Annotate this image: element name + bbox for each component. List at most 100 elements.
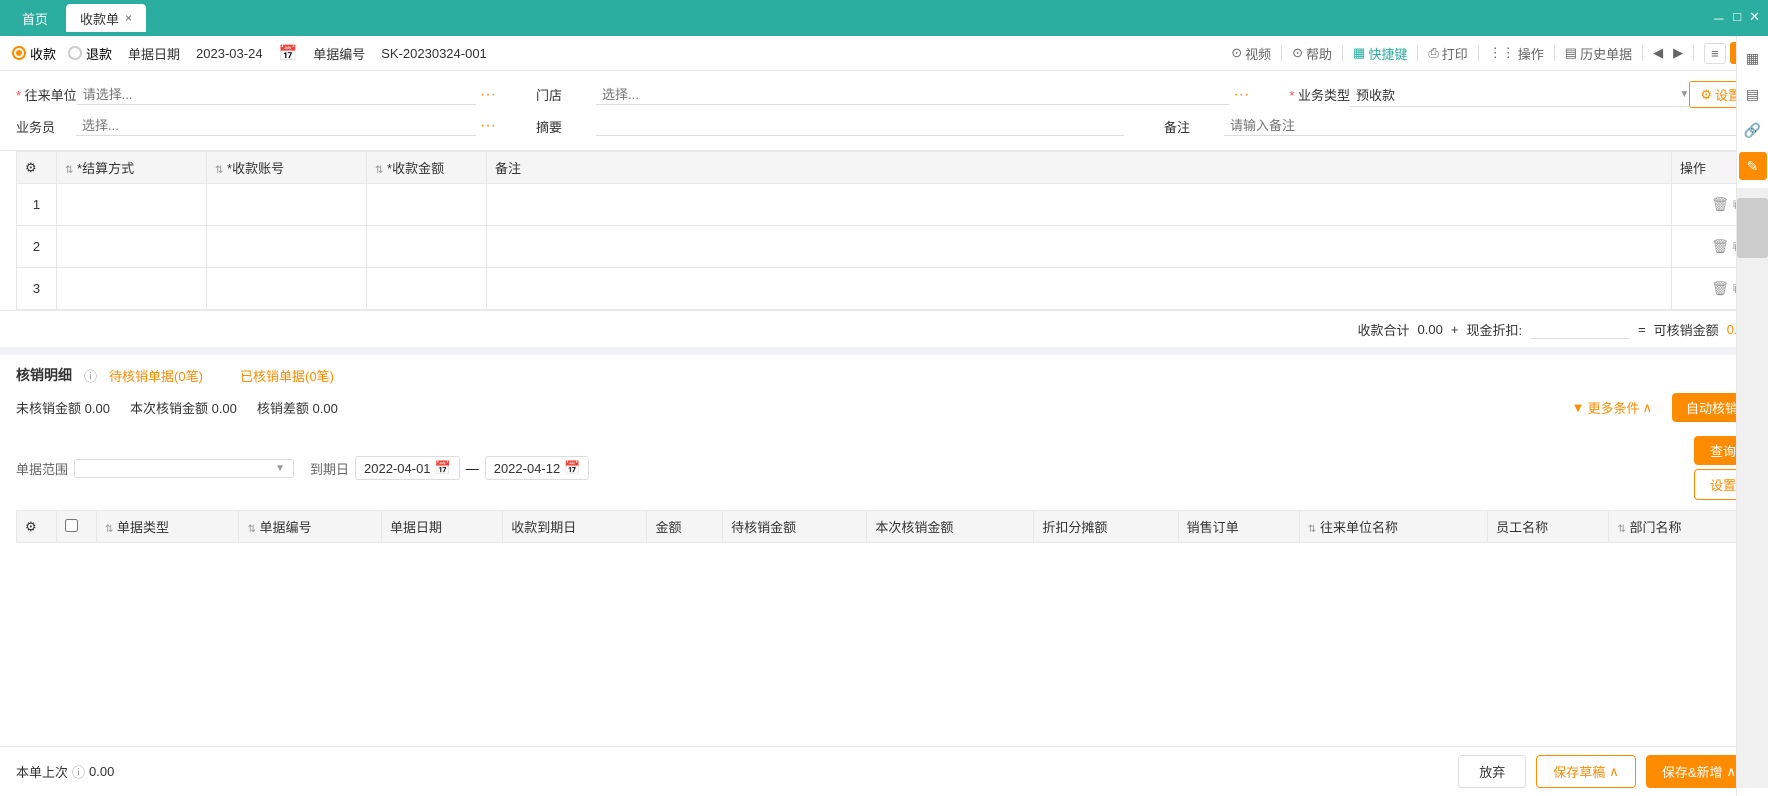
stat-current-val: 0.00 <box>212 401 237 416</box>
sort-settle-icon[interactable]: ⇅ <box>65 165 73 176</box>
divider2 <box>1342 45 1343 61</box>
summary-input[interactable] <box>596 116 1124 136</box>
per-page-value: 0.00 <box>89 764 114 779</box>
sort-counterparty-icon[interactable]: ⇅ <box>1308 524 1316 535</box>
biz-type-select[interactable]: 预收款 ▼ <box>1350 83 1689 107</box>
row3-account[interactable] <box>207 268 367 310</box>
store-input[interactable] <box>596 85 1229 105</box>
row3-num: 3 <box>17 268 57 310</box>
help-btn[interactable]: ⊙ 帮助 <box>1292 44 1332 63</box>
nav-prev-btn[interactable]: ◀ <box>1653 45 1663 61</box>
verified-count: 0笔 <box>309 369 329 384</box>
row2-remark[interactable] <box>487 226 1672 268</box>
reconcile-header: 核销明细 ⓘ 待核销单据(0笔) 已核销单据(0笔) <box>16 365 1752 385</box>
scrollbar-thumb[interactable] <box>1737 198 1768 258</box>
radio-receipt-label: 收款 <box>30 44 56 63</box>
th-account-label: *收款账号 <box>227 161 284 176</box>
radio-refund-dot <box>68 46 82 60</box>
save-new-label: 保存&新增 <box>1662 762 1723 781</box>
sort-dept-icon[interactable]: ⇅ <box>1617 524 1625 535</box>
biz-type-arrow: ▼ <box>1679 89 1689 100</box>
remark-input[interactable] <box>1224 116 1752 136</box>
shortcut-btn[interactable]: ▦ 快捷键 <box>1353 44 1407 63</box>
reconcile-info-icon[interactable]: ⓘ <box>84 366 97 385</box>
range-select[interactable]: ▼ <box>74 459 294 478</box>
sort-no-icon[interactable]: ⇅ <box>247 524 255 535</box>
bth-amount-label: 金额 <box>655 520 681 535</box>
divider3 <box>1417 45 1418 61</box>
sort-amount-icon[interactable]: ⇅ <box>375 165 383 176</box>
minimize-btn[interactable]: － <box>1712 9 1725 28</box>
sort-type-icon[interactable]: ⇅ <box>105 524 113 535</box>
discount-input[interactable] <box>1530 319 1630 339</box>
verified-tab-link[interactable]: 已核销单据(0笔) <box>240 366 334 385</box>
row3-settle[interactable] <box>57 268 207 310</box>
operation-btn[interactable]: ⋮⋮ 操作 <box>1489 44 1544 63</box>
row1-delete-btn[interactable]: 🗑 <box>1711 196 1729 213</box>
nav-next-btn[interactable]: ▶ <box>1673 45 1683 61</box>
history-btn[interactable]: ▤ 历史单据 <box>1565 44 1632 63</box>
th-action-label: 操作 <box>1680 161 1706 176</box>
row2-settle[interactable] <box>57 226 207 268</box>
row2-delete-btn[interactable]: 🗑 <box>1711 238 1729 255</box>
tab-receipt[interactable]: 收款单 × <box>66 4 146 32</box>
video-btn[interactable]: ⊙ 视频 <box>1231 44 1271 63</box>
bth-dept: ⇅ 部门名称 <box>1609 511 1752 543</box>
tab-home[interactable]: 首页 <box>8 4 62 32</box>
bth-sales-order: 销售订单 <box>1178 511 1299 543</box>
row1-remark[interactable] <box>487 184 1672 226</box>
verified-label: 已核销单据 <box>240 369 305 384</box>
divider5 <box>1554 45 1555 61</box>
select-all-checkbox[interactable] <box>65 519 78 532</box>
receipt-table: ⚙ ⇅ *结算方式 ⇅ *收款账号 ⇅ *收款金额 备注 <box>16 151 1752 310</box>
row3-remark[interactable] <box>487 268 1672 310</box>
filter-row: 单据范围 ▼ 到期日 2022-04-01 📅 — 2022-04-12 📅 <box>16 430 1752 506</box>
row1-account[interactable] <box>207 184 367 226</box>
row3-amount[interactable] <box>367 268 487 310</box>
bth-checkbox[interactable] <box>57 511 97 543</box>
view-list-btn[interactable]: ≡ <box>1704 43 1726 64</box>
right-panel-table-btn[interactable]: ▦ <box>1739 44 1767 72</box>
counterparty-input[interactable] <box>77 85 476 105</box>
row2-amount[interactable] <box>367 226 487 268</box>
abandon-btn[interactable]: 放弃 <box>1458 755 1526 788</box>
counterparty-more-icon[interactable]: ··· <box>480 86 496 104</box>
biz-type-field: 业务类型 预收款 ▼ <box>1289 83 1689 107</box>
tab-receipt-close[interactable]: × <box>125 11 132 25</box>
date-from-value: 2022-04-01 <box>364 461 431 476</box>
right-panel-edit-btn[interactable]: ✎ <box>1739 152 1767 180</box>
available-label: 可核销金额 <box>1654 320 1719 339</box>
filter-more-btn[interactable]: ▼ 更多条件 ∧ <box>1572 398 1652 417</box>
discount-label: 现金折扣: <box>1466 320 1522 339</box>
th-settings[interactable]: ⚙ <box>17 152 57 184</box>
window-controls: － □ ✕ <box>1712 9 1760 28</box>
radio-receipt[interactable]: 收款 <box>12 44 56 63</box>
bottom-table: ⚙ ⇅ 单据类型 ⇅ 单据编号 单据日期 <box>16 510 1752 543</box>
print-btn[interactable]: ⎙ 打印 <box>1428 44 1467 63</box>
pending-tab-link[interactable]: 待核销单据(0笔) <box>109 366 203 385</box>
close-btn[interactable]: ✕ <box>1749 9 1760 28</box>
tab-receipt-label: 收款单 <box>80 9 119 28</box>
radio-refund-label: 退款 <box>86 44 112 63</box>
row3-delete-btn[interactable]: 🗑 <box>1711 280 1729 297</box>
salesperson-more-icon[interactable]: ··· <box>480 117 496 135</box>
store-more-icon[interactable]: ··· <box>1233 86 1249 104</box>
save-draft-btn[interactable]: 保存草稿 ∧ <box>1536 755 1636 788</box>
right-panel-doc-btn[interactable]: ▤ <box>1739 80 1767 108</box>
date-to-input[interactable]: 2022-04-12 📅 <box>485 456 590 480</box>
scrollbar-area[interactable] <box>1737 188 1768 788</box>
row1-settle[interactable] <box>57 184 207 226</box>
maximize-btn[interactable]: □ <box>1733 9 1741 28</box>
bth-gear[interactable]: ⚙ <box>17 511 57 543</box>
date-from-input[interactable]: 2022-04-01 📅 <box>355 456 460 480</box>
row2-account[interactable] <box>207 226 367 268</box>
footer-info-icon[interactable]: ⓘ <box>72 762 85 781</box>
pending-count: 0笔 <box>178 369 198 384</box>
reconcile-section: 核销明细 ⓘ 待核销单据(0笔) 已核销单据(0笔) 未核销金额 0.00 本次… <box>0 355 1768 746</box>
right-panel-link-btn[interactable]: 🔗 <box>1739 116 1767 144</box>
salesperson-input[interactable] <box>76 116 476 136</box>
sort-account-icon[interactable]: ⇅ <box>215 165 223 176</box>
calendar-icon[interactable]: 📅 <box>279 44 298 62</box>
row1-amount[interactable] <box>367 184 487 226</box>
radio-refund[interactable]: 退款 <box>68 44 112 63</box>
